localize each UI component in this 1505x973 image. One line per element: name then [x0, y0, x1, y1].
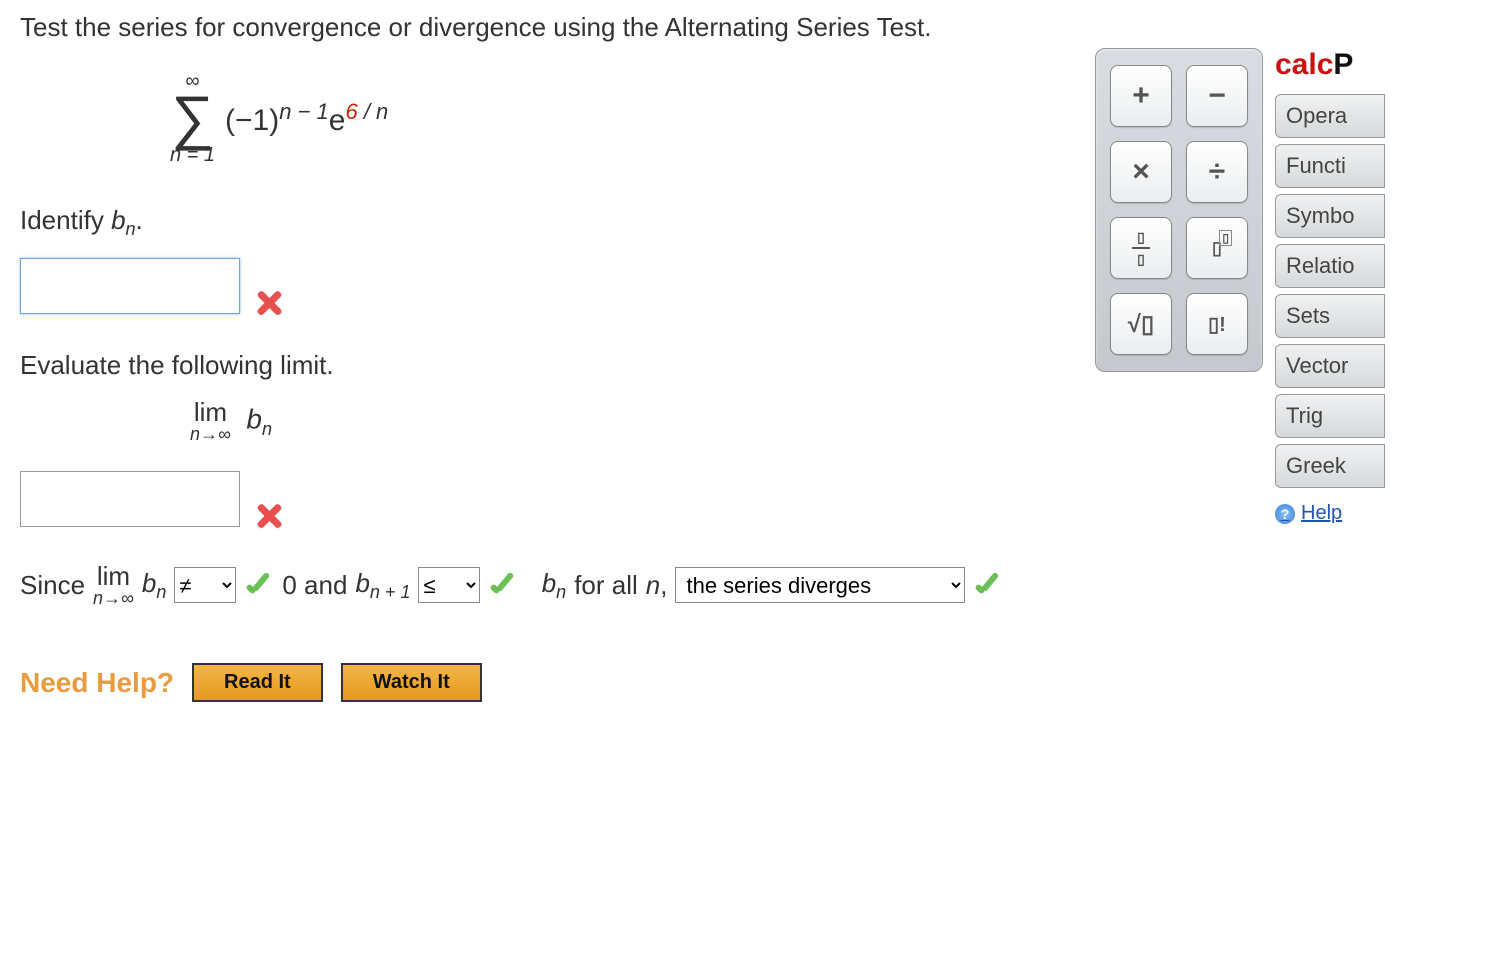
calcpad-panel: + − × ÷ ▯▯ ▯▯ √▯ ▯! calcP Opera Functi S… [1095, 48, 1505, 525]
times-button[interactable]: × [1110, 141, 1172, 203]
correct-icon [973, 576, 1003, 606]
help-icon: ? [1275, 504, 1295, 524]
bn-input[interactable] [20, 258, 240, 314]
relation-select-2[interactable]: ≤≥<> [418, 567, 480, 603]
limit-input[interactable] [20, 471, 240, 527]
sigma-symbol: ∑ [171, 91, 214, 145]
tab-relations[interactable]: Relatio [1275, 244, 1385, 288]
power-button[interactable]: ▯▯ [1186, 217, 1248, 279]
sigma-lower: n = 1 [170, 145, 215, 165]
relation-select-1[interactable]: ≠= [174, 567, 236, 603]
root-button[interactable]: √▯ [1110, 293, 1172, 355]
conclusion-select[interactable]: the series divergesthe series convergest… [675, 567, 965, 603]
plus-button[interactable]: + [1110, 65, 1172, 127]
factorial-button[interactable]: ▯! [1186, 293, 1248, 355]
tab-trig[interactable]: Trig [1275, 394, 1385, 438]
need-help-label: Need Help? [20, 667, 174, 699]
tab-sets[interactable]: Sets [1275, 294, 1385, 338]
calcpad-operations-grid: + − × ÷ ▯▯ ▯▯ √▯ ▯! [1095, 48, 1263, 372]
watch-it-button[interactable]: Watch It [341, 663, 482, 702]
minus-button[interactable]: − [1186, 65, 1248, 127]
incorrect-icon [254, 503, 284, 533]
fraction-button[interactable]: ▯▯ [1110, 217, 1172, 279]
tab-functions[interactable]: Functi [1275, 144, 1385, 188]
tab-vectors[interactable]: Vector [1275, 344, 1385, 388]
tab-greek[interactable]: Greek [1275, 444, 1385, 488]
divide-button[interactable]: ÷ [1186, 141, 1248, 203]
tab-symbols[interactable]: Symbo [1275, 194, 1385, 238]
tab-operations[interactable]: Opera [1275, 94, 1385, 138]
correct-icon [244, 576, 274, 606]
correct-icon [488, 576, 518, 606]
calcpad-help-link[interactable]: ? Help [1275, 502, 1385, 525]
question-prompt: Test the series for convergence or diver… [20, 12, 1485, 43]
incorrect-icon [254, 290, 284, 320]
calcpad-title: calcP [1275, 48, 1385, 82]
conclusion-sentence: Since lim n→∞ bn ≠= 0 and bn + 1 ≤≥<> bn… [20, 563, 1485, 607]
read-it-button[interactable]: Read It [192, 663, 323, 702]
series-term: (−1)n − 1e6 / n [225, 99, 388, 138]
